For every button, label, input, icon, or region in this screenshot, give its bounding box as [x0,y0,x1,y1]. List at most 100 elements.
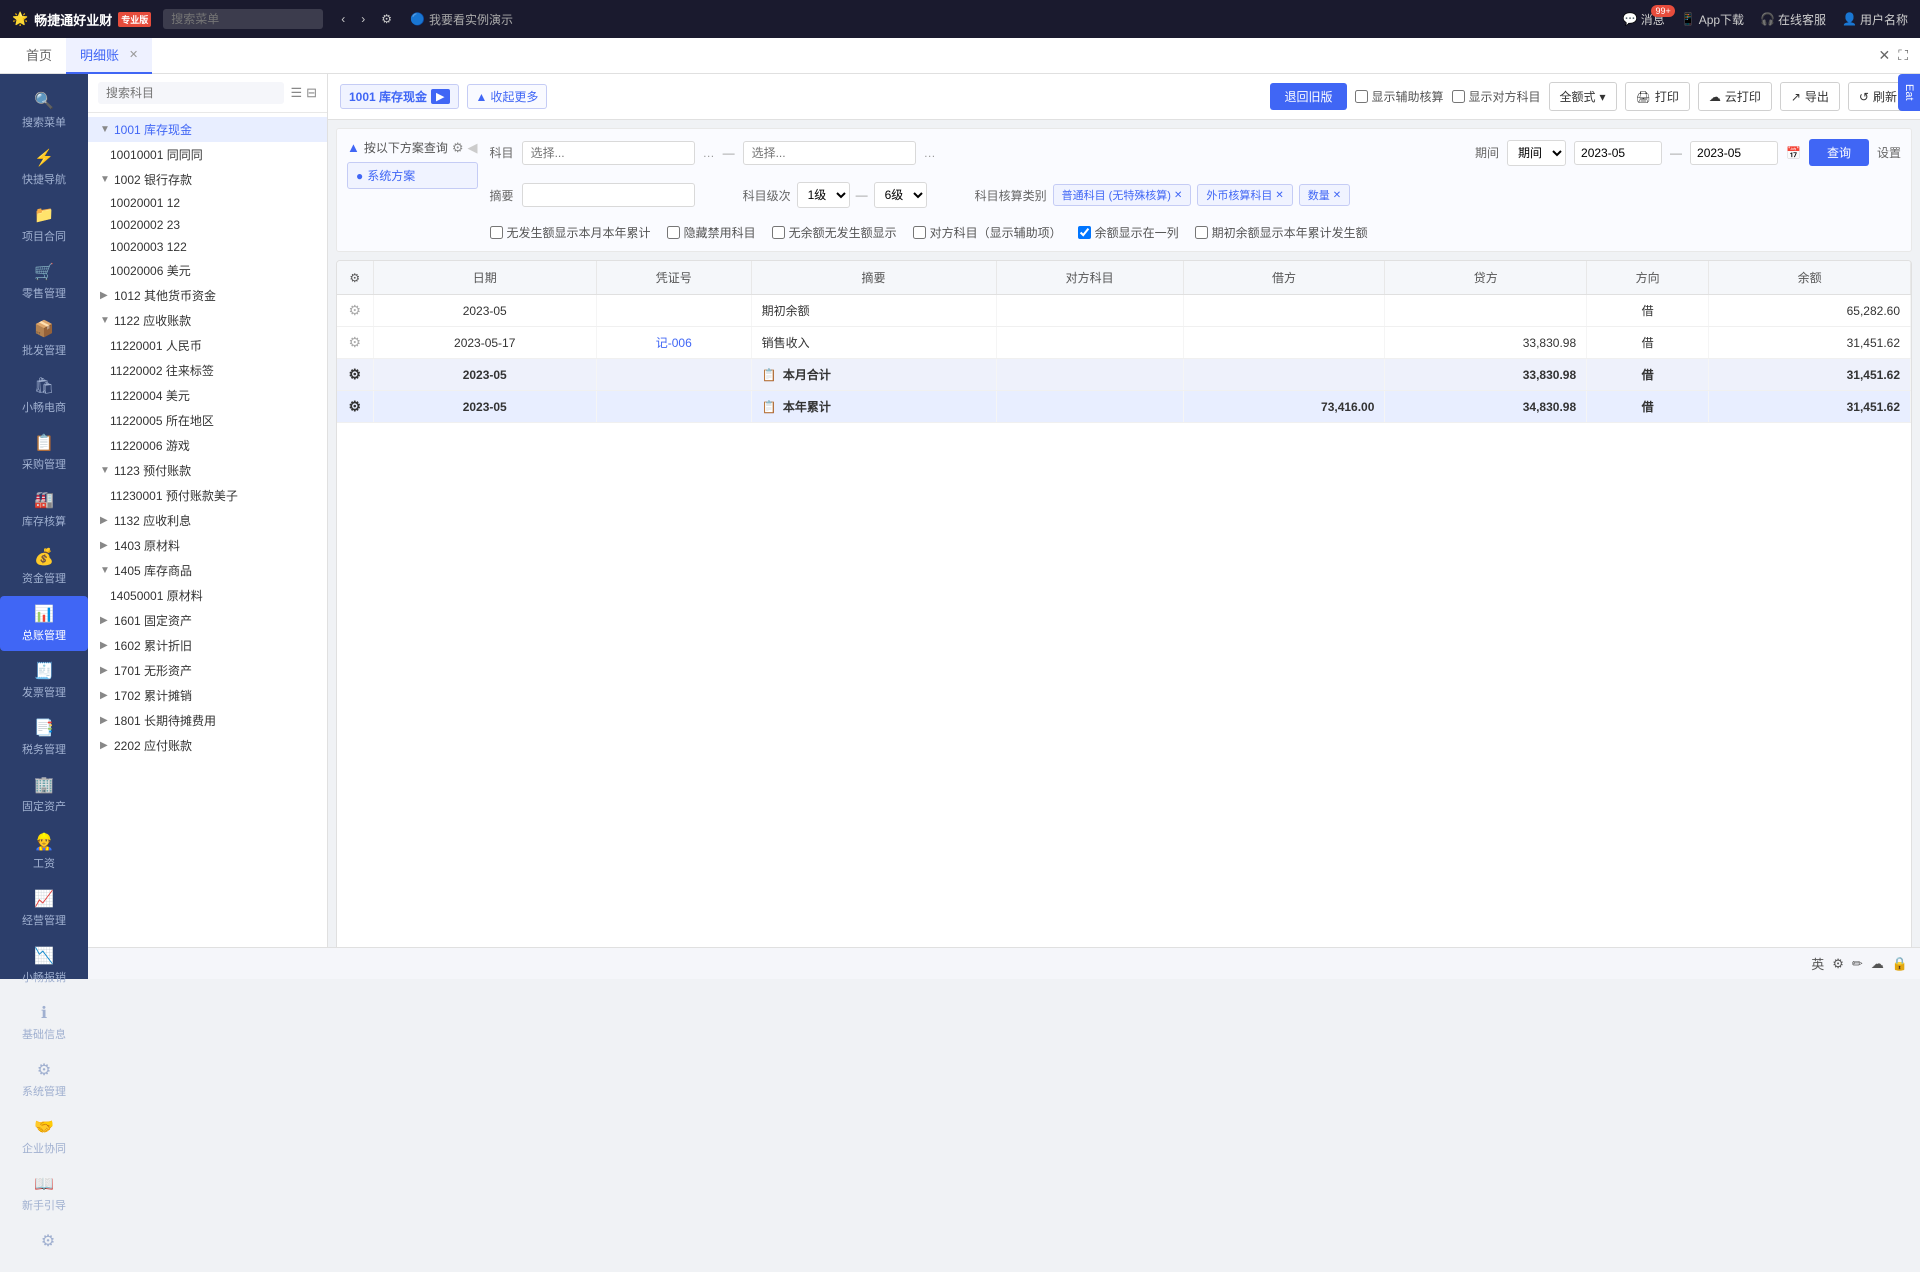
account-tree-item-11220006[interactable]: 11220006 游戏 [88,433,327,458]
online-service-btn[interactable]: 🎧 在线客服 [1760,11,1826,28]
period-type-select[interactable]: 期间 [1507,140,1566,166]
sidebar-item-quick-nav[interactable]: ⚡ 快捷导航 [0,140,88,195]
tab-expand-btn[interactable]: ⛶ [1898,47,1908,64]
account-tree-item-14050001[interactable]: 14050001 原材料 [88,583,327,608]
cb-no-balance-input[interactable] [490,226,503,239]
scheme-settings-icon[interactable]: ⚙ [452,140,464,156]
row-gear-4[interactable]: ⚙ [337,391,373,423]
type-tag-foreign-close[interactable]: ✕ [1275,190,1283,201]
sidebar-item-inventory[interactable]: 🏭 库存核算 [0,482,88,537]
tab-home[interactable]: 首页 [12,38,66,74]
period-calendar-icon[interactable]: 📅 [1786,146,1801,160]
account-tree-item-1123[interactable]: ▼ 1123 预付账款 [88,458,327,483]
account-tree-item-1012[interactable]: ▶ 1012 其他货币资金 [88,283,327,308]
account-tree-item-1122[interactable]: ▼ 1122 应收账款 [88,308,327,333]
cb-no-balance[interactable]: 无发生额显示本月本年累计 [490,224,651,241]
account-list-view-btn[interactable]: ☰ [290,85,302,101]
tab-detail[interactable]: 明细账 ✕ [66,38,152,74]
sidebar-item-retail[interactable]: 🛒 零售管理 [0,254,88,309]
return-old-btn[interactable]: 退回旧版 [1270,83,1346,110]
level-from-select[interactable]: 1级 [797,182,850,208]
nav-forward-btn[interactable]: › [355,10,371,28]
top-search-input[interactable] [163,9,323,29]
app-download-btn[interactable]: 📱 App下载 [1681,11,1744,28]
account-tree-item-1132[interactable]: ▶ 1132 应收利息 [88,508,327,533]
cb-period-show[interactable]: 期初余额显示本年累计发生额 [1195,224,1368,241]
cb-no-balance-show[interactable]: 无余额无发生额显示 [772,224,897,241]
print-btn[interactable]: 🖨 打印 [1625,82,1690,111]
subject-input[interactable] [522,141,695,165]
account-tree-item-10010001[interactable]: 10010001 同同同 [88,142,327,167]
type-tag-qty[interactable]: 数量 ✕ [1299,184,1350,206]
sidebar-item-project[interactable]: 📁 项目合同 [0,197,88,252]
nav-settings-btn[interactable]: ⚙ [375,10,398,28]
type-tag-qty-close[interactable]: ✕ [1333,190,1341,201]
user-avatar[interactable]: 👤 用户名称 [1842,11,1908,28]
bottom-lock-btn[interactable]: 🔒 [1892,956,1908,972]
account-tree-item-1701[interactable]: ▶ 1701 无形资产 [88,658,327,683]
sidebar-item-basic-info[interactable]: ℹ 基础信息 [0,995,88,1050]
sidebar-item-ecommerce[interactable]: 🛍 小畅电商 [0,368,88,423]
sidebar-item-search[interactable]: 🔍 搜索菜单 [0,83,88,138]
sidebar-item-cooperation[interactable]: 🤝 企业协同 [0,1109,88,1164]
account-tree-item-10020006[interactable]: 10020006 美元 [88,258,327,283]
query-search-btn[interactable]: 查询 [1809,139,1869,166]
cb-opposite-show-input[interactable] [913,226,926,239]
query-settings-btn[interactable]: 设置 [1877,144,1901,161]
sidebar-item-wholesale[interactable]: 📦 批发管理 [0,311,88,366]
row-gear-1[interactable]: ⚙ [337,295,373,327]
account-tree-item-1602[interactable]: ▶ 1602 累计折旧 [88,633,327,658]
voucher-link-2[interactable]: 记-006 [656,336,692,350]
row-gear-2[interactable]: ⚙ [337,327,373,359]
right-panel-label[interactable]: Eat [1903,80,1915,105]
cb-balance-col-input[interactable] [1078,226,1091,239]
show-aux-checkbox[interactable]: 显示辅助核算 [1355,88,1444,105]
account-tree-item-11220005[interactable]: 11220005 所在地区 [88,408,327,433]
summary-input[interactable] [522,183,695,207]
row-gear-3[interactable]: ⚙ [337,359,373,391]
scheme-collapse-icon[interactable]: ◀ [468,140,478,156]
account-tree-item-10020002[interactable]: 10020002 23 [88,214,327,236]
type-tag-foreign[interactable]: 外币核算科目 ✕ [1197,184,1292,206]
sidebar-item-system[interactable]: ⚙ 系统管理 [0,1052,88,1107]
show-aux-input[interactable] [1355,90,1368,103]
account-tree-item-1405[interactable]: ▼ 1405 库存商品 [88,558,327,583]
subject-input-end[interactable] [743,141,916,165]
cloud-print-btn[interactable]: ☁ 云打印 [1698,82,1772,111]
account-tree-item-10020003[interactable]: 10020003 122 [88,236,327,258]
sidebar-item-ledger[interactable]: 📊 总账管理 [0,596,88,651]
level-to-select[interactable]: 6级 [874,182,927,208]
period-from-input[interactable] [1574,141,1662,165]
period-to-input[interactable] [1690,141,1778,165]
account-tree-item-11220001[interactable]: 11220001 人民币 [88,333,327,358]
msg-btn[interactable]: 💬 消息 99+ [1623,11,1665,28]
show-opposite-checkbox[interactable]: 显示对方科目 [1452,88,1541,105]
tab-close-all-btn[interactable]: ✕ [1878,47,1890,64]
sidebar-item-finance[interactable]: 💰 资金管理 [0,539,88,594]
account-tree-item-11220002[interactable]: 11220002 往来标签 [88,358,327,383]
account-tree-item-1002[interactable]: ▼ 1002 银行存款 [88,167,327,192]
account-tree-item-1001[interactable]: ▼ 1001 库存现金 [88,117,327,142]
nav-back-btn[interactable]: ‹ [335,10,351,28]
bottom-settings-btn[interactable]: ⚙ [1832,956,1844,972]
sidebar-item-tax[interactable]: 📑 税务管理 [0,710,88,765]
show-opposite-input[interactable] [1452,90,1465,103]
system-scheme-btn[interactable]: ● 系统方案 [347,162,478,189]
sidebar-item-guide[interactable]: 📖 新手引导 [0,1166,88,1221]
more-btn[interactable]: ▲ 收起更多 [467,84,548,109]
tab-detail-close[interactable]: ✕ [129,48,138,61]
sidebar-item-management[interactable]: 📈 经营管理 [0,881,88,936]
account-search-input[interactable] [98,82,284,104]
type-tag-normal[interactable]: 普通科目 (无特殊核算) ✕ [1053,184,1192,206]
gear-icon[interactable]: ⚙ [349,271,360,285]
export-btn[interactable]: ↗ 导出 [1780,82,1840,111]
account-collapse-btn[interactable]: ⊟ [306,85,317,101]
format-btn[interactable]: 全额式 ▾ [1549,82,1617,111]
account-tree-item-11220004[interactable]: 11220004 美元 [88,383,327,408]
account-tree-item-1801[interactable]: ▶ 1801 长期待摊费用 [88,708,327,733]
sidebar-item-expense[interactable]: 📉 小畅报销 [0,938,88,993]
account-nav-arrow[interactable]: ▶ [431,89,449,104]
sidebar-item-assets[interactable]: 🏢 固定资产 [0,767,88,822]
bottom-zh-btn[interactable]: 英 [1811,954,1824,973]
cb-opposite-show[interactable]: 对方科目（显示辅助项） [913,224,1062,241]
